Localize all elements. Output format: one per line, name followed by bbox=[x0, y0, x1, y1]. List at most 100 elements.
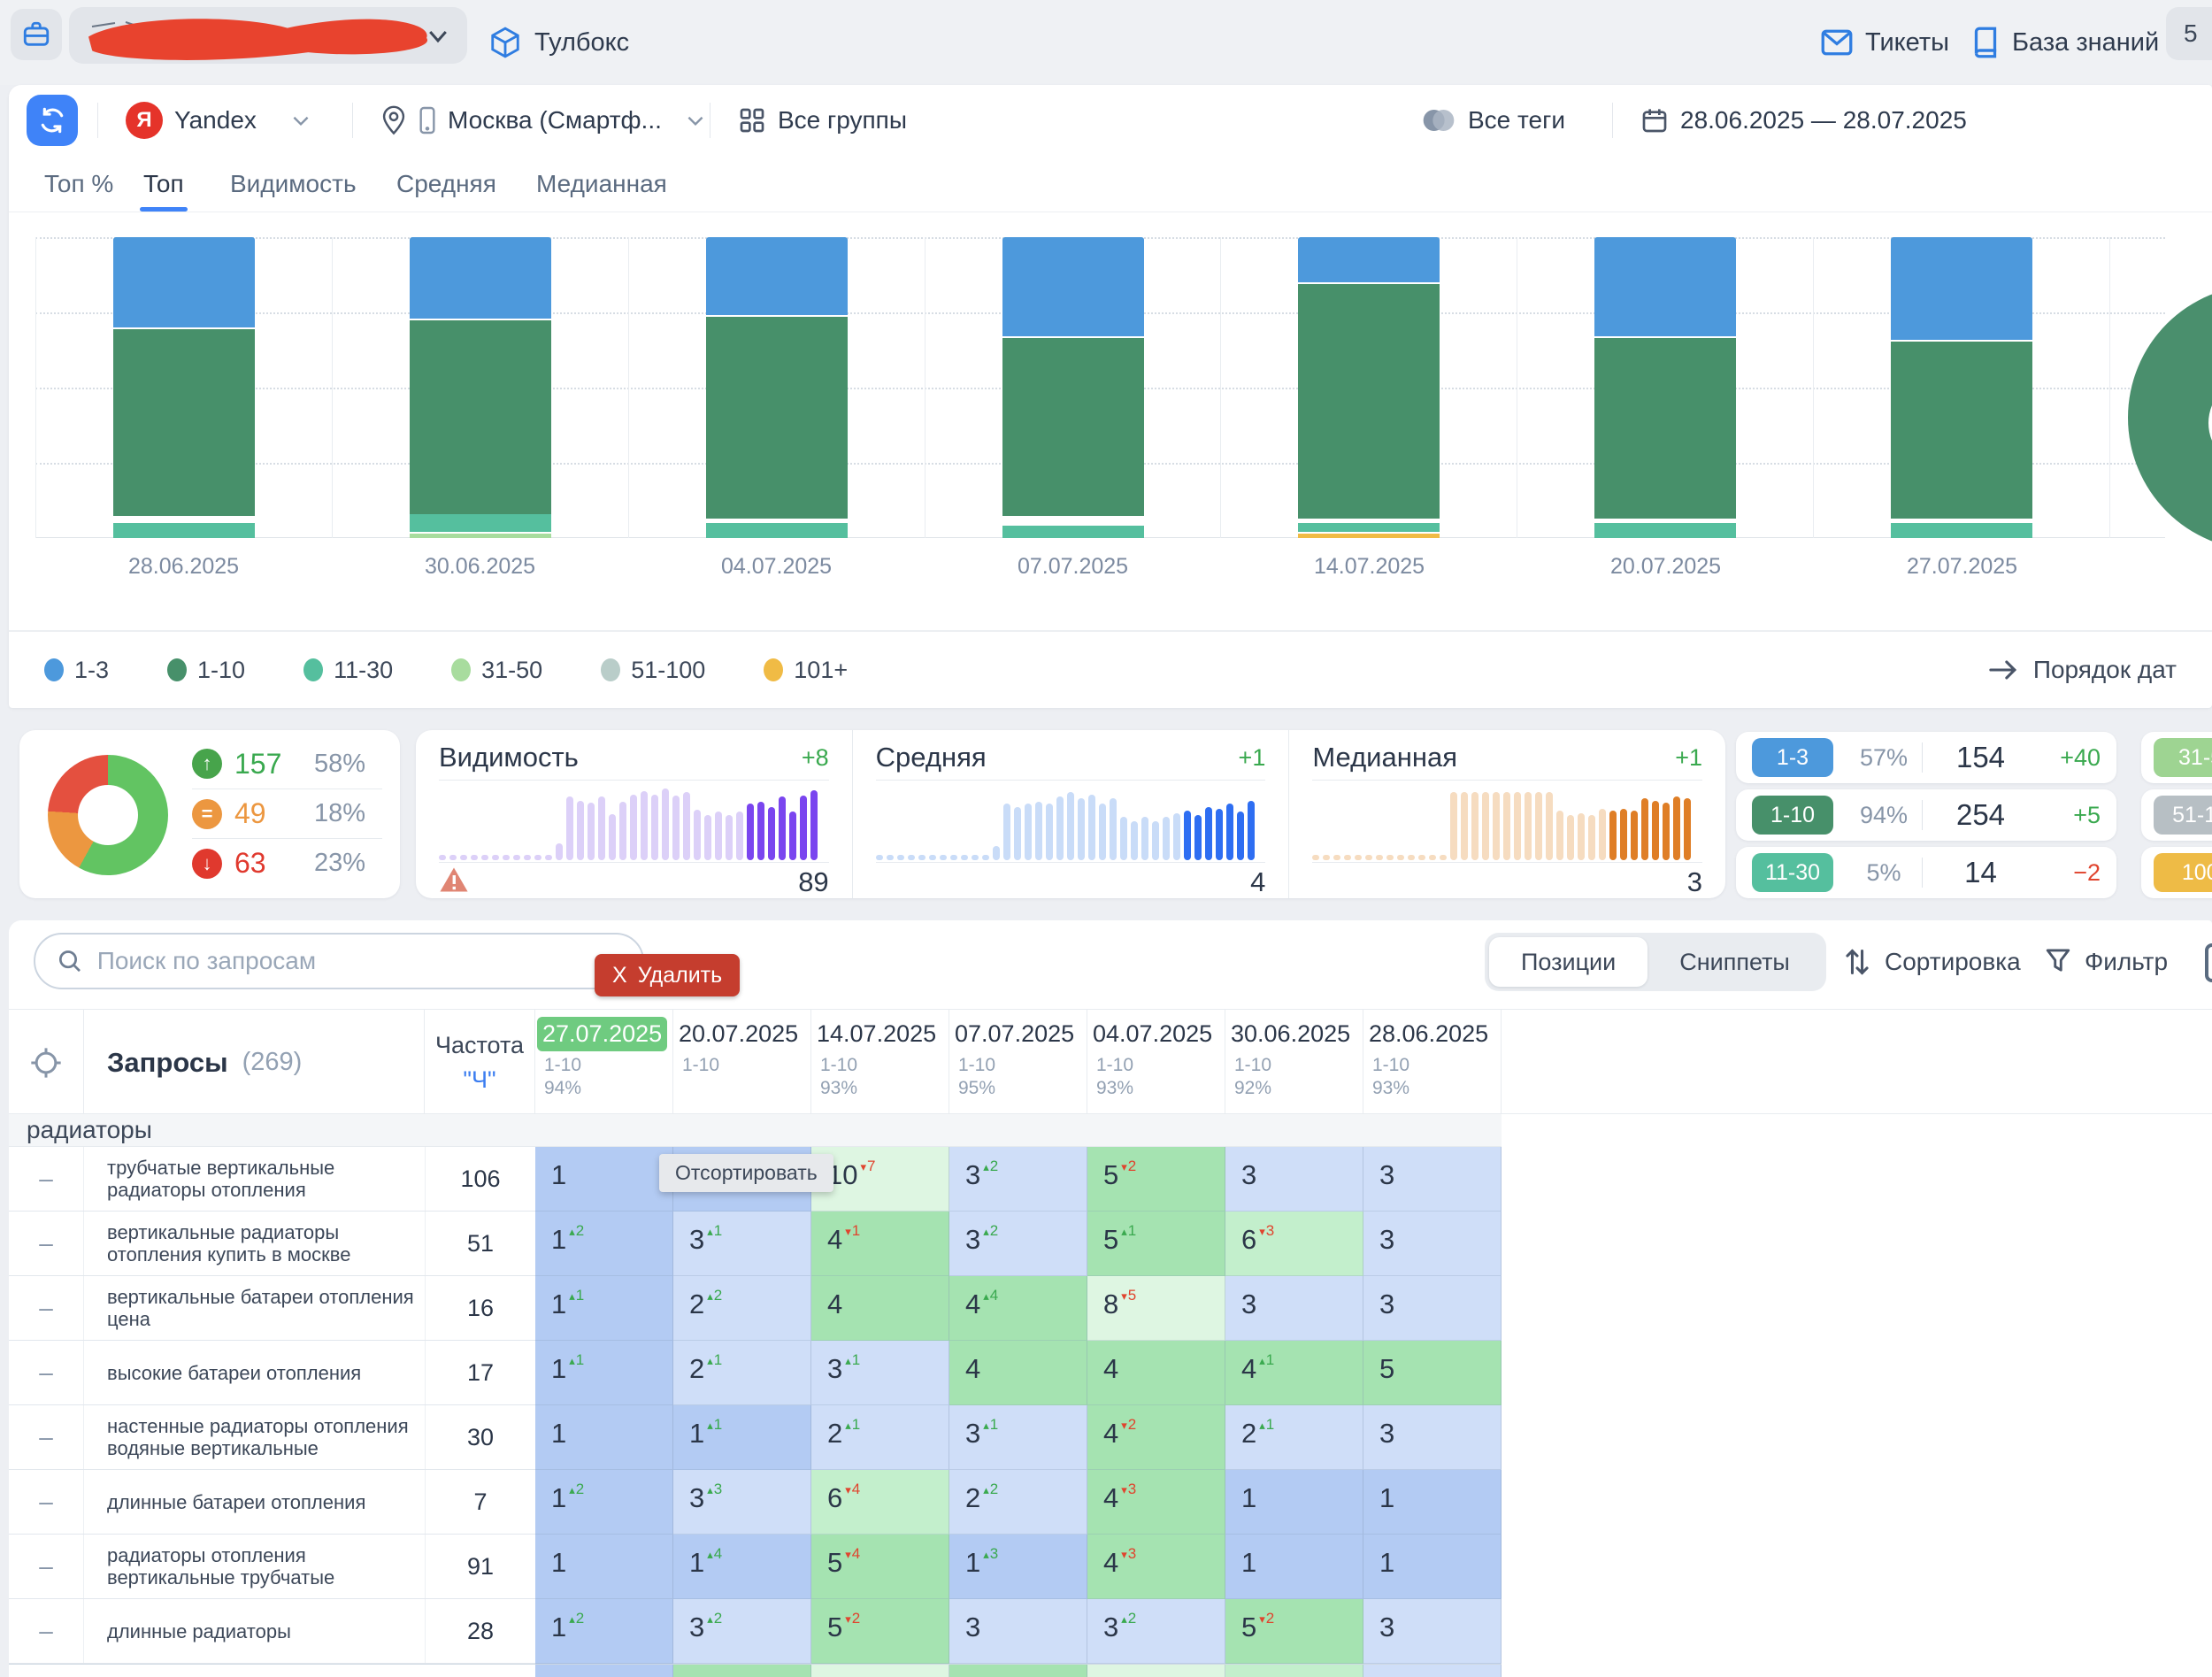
columns-settings-icon[interactable] bbox=[2205, 943, 2212, 982]
row-handle[interactable]: – bbox=[9, 1341, 84, 1404]
metric-card-видимость[interactable]: Видимость +8 89 bbox=[416, 730, 852, 898]
position-cell[interactable]: 1 bbox=[1363, 1470, 1502, 1535]
date-column-27.07.2025[interactable]: 27.07.2025 1-10 94% bbox=[535, 1010, 673, 1115]
position-cell[interactable]: 3 ▴ 2 bbox=[949, 1147, 1087, 1212]
date-column-04.07.2025[interactable]: 04.07.2025 1-10 93% bbox=[1087, 1010, 1225, 1115]
frequency-column-header[interactable]: Частота "Ч" bbox=[425, 1010, 535, 1115]
stacked-bar[interactable] bbox=[112, 237, 255, 538]
position-cell[interactable]: 2 ▴ 1 bbox=[1225, 1405, 1363, 1470]
position-cell[interactable]: 1 ▴ 2 bbox=[535, 1599, 673, 1664]
range-stat-1-3[interactable]: 1-3 57% 154 +40 bbox=[1736, 732, 2116, 783]
position-cell[interactable]: 5 ▾ 2 bbox=[811, 1599, 949, 1664]
tab-positions[interactable]: Позиции bbox=[1489, 937, 1648, 987]
position-cell[interactable]: 5 ▾ 2 bbox=[1225, 1599, 1363, 1664]
row-handle[interactable]: – bbox=[9, 1470, 84, 1534]
stacked-bar[interactable] bbox=[1891, 237, 2033, 538]
position-cell[interactable]: 5 ▾ 2 bbox=[1087, 1147, 1225, 1212]
legend-item-101+[interactable]: 101+ bbox=[764, 657, 848, 684]
query-cell[interactable]: длинные радиаторы bbox=[84, 1599, 425, 1663]
query-cell[interactable]: высокие батареи отопления bbox=[84, 1341, 425, 1404]
queries-column-header[interactable]: Запросы (269) bbox=[84, 1010, 425, 1115]
knowledge-base-link[interactable]: База знаний bbox=[1971, 0, 2159, 85]
position-cell[interactable]: 3 ▴ 2 bbox=[673, 1599, 811, 1664]
position-cell[interactable]: 2 ▴ 2 bbox=[673, 1276, 811, 1341]
search-input[interactable] bbox=[96, 947, 621, 975]
query-cell[interactable]: длинные батареи отопления bbox=[84, 1470, 425, 1534]
query-cell[interactable]: радиаторы отопления вертикальные трубчат… bbox=[84, 1535, 425, 1598]
query-search[interactable] bbox=[34, 933, 644, 989]
row-handle[interactable]: – bbox=[9, 1147, 84, 1211]
position-cell[interactable]: 4 ▾ 3 bbox=[1087, 1535, 1225, 1599]
groups-selector[interactable]: Все группы bbox=[738, 85, 907, 156]
position-cell[interactable]: 2 ▴ 1 bbox=[673, 1341, 811, 1405]
position-cell[interactable]: 4 ▾ 3 bbox=[1087, 1470, 1225, 1535]
range-stat-51-100[interactable]: 51-100 bbox=[2141, 789, 2212, 841]
tickets-link[interactable]: Тикеты bbox=[1821, 0, 1949, 85]
position-cell[interactable]: 1 bbox=[1363, 1535, 1502, 1599]
position-cell[interactable]: 6 ▾ 3 bbox=[1225, 1212, 1363, 1276]
tags-selector[interactable]: Все теги bbox=[1421, 85, 1565, 156]
date-column-07.07.2025[interactable]: 07.07.2025 1-10 95% bbox=[949, 1010, 1087, 1115]
position-cell[interactable]: 4 bbox=[1087, 1341, 1225, 1405]
filter-button[interactable]: Фильтр bbox=[2044, 933, 2168, 991]
range-stat-100+[interactable]: 100+ bbox=[2141, 847, 2212, 898]
date-order-toggle[interactable]: Порядок дат bbox=[1987, 656, 2177, 684]
position-cell[interactable]: 4 ▾ 1 bbox=[811, 1212, 949, 1276]
legend-item-51-100[interactable]: 51-100 bbox=[601, 657, 705, 684]
stacked-bar[interactable] bbox=[705, 237, 848, 538]
metric-card-медианная[interactable]: Медианная +1 3 bbox=[1288, 730, 1725, 898]
position-cell[interactable]: 1 bbox=[535, 1405, 673, 1470]
tab-видимость[interactable]: Видимость bbox=[230, 156, 357, 212]
position-cell[interactable]: 1 bbox=[1225, 1535, 1363, 1599]
position-cell[interactable]: 1 ▴ 1 bbox=[535, 1276, 673, 1341]
position-cell[interactable]: 5 bbox=[1363, 1341, 1502, 1405]
position-cell[interactable]: 1 bbox=[535, 1147, 673, 1212]
search-engine-selector[interactable]: Я Yandex bbox=[126, 85, 312, 156]
tab-средняя[interactable]: Средняя bbox=[396, 156, 496, 212]
row-handle[interactable]: – bbox=[9, 1535, 84, 1598]
tab-топ-[interactable]: Топ % bbox=[44, 156, 113, 212]
position-cell[interactable]: 3 ▴ 2 bbox=[949, 1212, 1087, 1276]
position-cell[interactable]: 2 ▴ 2 bbox=[949, 1470, 1087, 1535]
position-cell[interactable]: 3 ▴ 1 bbox=[673, 1212, 811, 1276]
range-stat-1-10[interactable]: 1-10 94% 254 +5 bbox=[1736, 789, 2116, 841]
position-cell[interactable]: 3 ▴ 1 bbox=[811, 1341, 949, 1405]
position-cell[interactable]: 4 ▴ 4 bbox=[949, 1276, 1087, 1341]
position-cell[interactable]: 1 ▴ 2 bbox=[535, 1212, 673, 1276]
metric-card-средняя[interactable]: Средняя +1 4 bbox=[851, 730, 1289, 898]
position-cell[interactable]: 4 ▴ 1 bbox=[1225, 1341, 1363, 1405]
position-cell[interactable]: 1 bbox=[1225, 1470, 1363, 1535]
date-column-14.07.2025[interactable]: 14.07.2025 1-10 93% bbox=[811, 1010, 949, 1115]
tab-snippets[interactable]: Сниппеты bbox=[1647, 937, 1822, 987]
region-selector[interactable]: Москва (Смартф... bbox=[380, 85, 707, 156]
range-stat-11-30[interactable]: 11-30 5% 14 −2 bbox=[1736, 847, 2116, 898]
stacked-bar[interactable] bbox=[409, 237, 551, 538]
position-cell[interactable]: 1 bbox=[535, 1535, 673, 1599]
range-stat-31-50[interactable]: 31-50 bbox=[2141, 732, 2212, 783]
position-cell[interactable]: 3 bbox=[1225, 1147, 1363, 1212]
position-cell[interactable]: 4 bbox=[811, 1276, 949, 1341]
select-all-target[interactable] bbox=[9, 1010, 84, 1115]
position-cell[interactable]: 3 bbox=[1225, 1276, 1363, 1341]
refresh-button[interactable] bbox=[27, 95, 78, 146]
delete-button[interactable]: Х Удалить bbox=[595, 954, 741, 996]
position-cell[interactable]: 5 ▾ 4 bbox=[811, 1535, 949, 1599]
legend-item-1-10[interactable]: 1-10 bbox=[167, 657, 245, 684]
position-cell[interactable]: 3 bbox=[1363, 1212, 1502, 1276]
position-cell[interactable]: 3 bbox=[1363, 1599, 1502, 1664]
position-cell[interactable]: 1 ▴ 2 bbox=[535, 1470, 673, 1535]
position-cell[interactable]: 1 ▴ 1 bbox=[535, 1341, 673, 1405]
position-cell[interactable]: 1 ▴ 3 bbox=[949, 1535, 1087, 1599]
toolbox-menu[interactable]: Тулбокс bbox=[488, 0, 629, 85]
row-handle[interactable]: – bbox=[9, 1405, 84, 1469]
row-handle[interactable]: – bbox=[9, 1599, 84, 1663]
query-cell[interactable]: вертикальные радиаторы отопления купить … bbox=[84, 1212, 425, 1275]
query-cell[interactable]: трубчатые вертикальные радиаторы отоплен… bbox=[84, 1147, 425, 1211]
position-cell[interactable]: 4 ▾ 2 bbox=[1087, 1405, 1225, 1470]
stacked-bar[interactable] bbox=[1002, 237, 1144, 538]
legend-item-1-3[interactable]: 1-3 bbox=[44, 657, 109, 684]
position-cell[interactable]: 3 bbox=[1363, 1147, 1502, 1212]
stacked-bar[interactable] bbox=[1594, 237, 1737, 538]
position-cell[interactable]: 4 bbox=[949, 1341, 1087, 1405]
date-column-30.06.2025[interactable]: 30.06.2025 1-10 92% bbox=[1225, 1010, 1363, 1115]
